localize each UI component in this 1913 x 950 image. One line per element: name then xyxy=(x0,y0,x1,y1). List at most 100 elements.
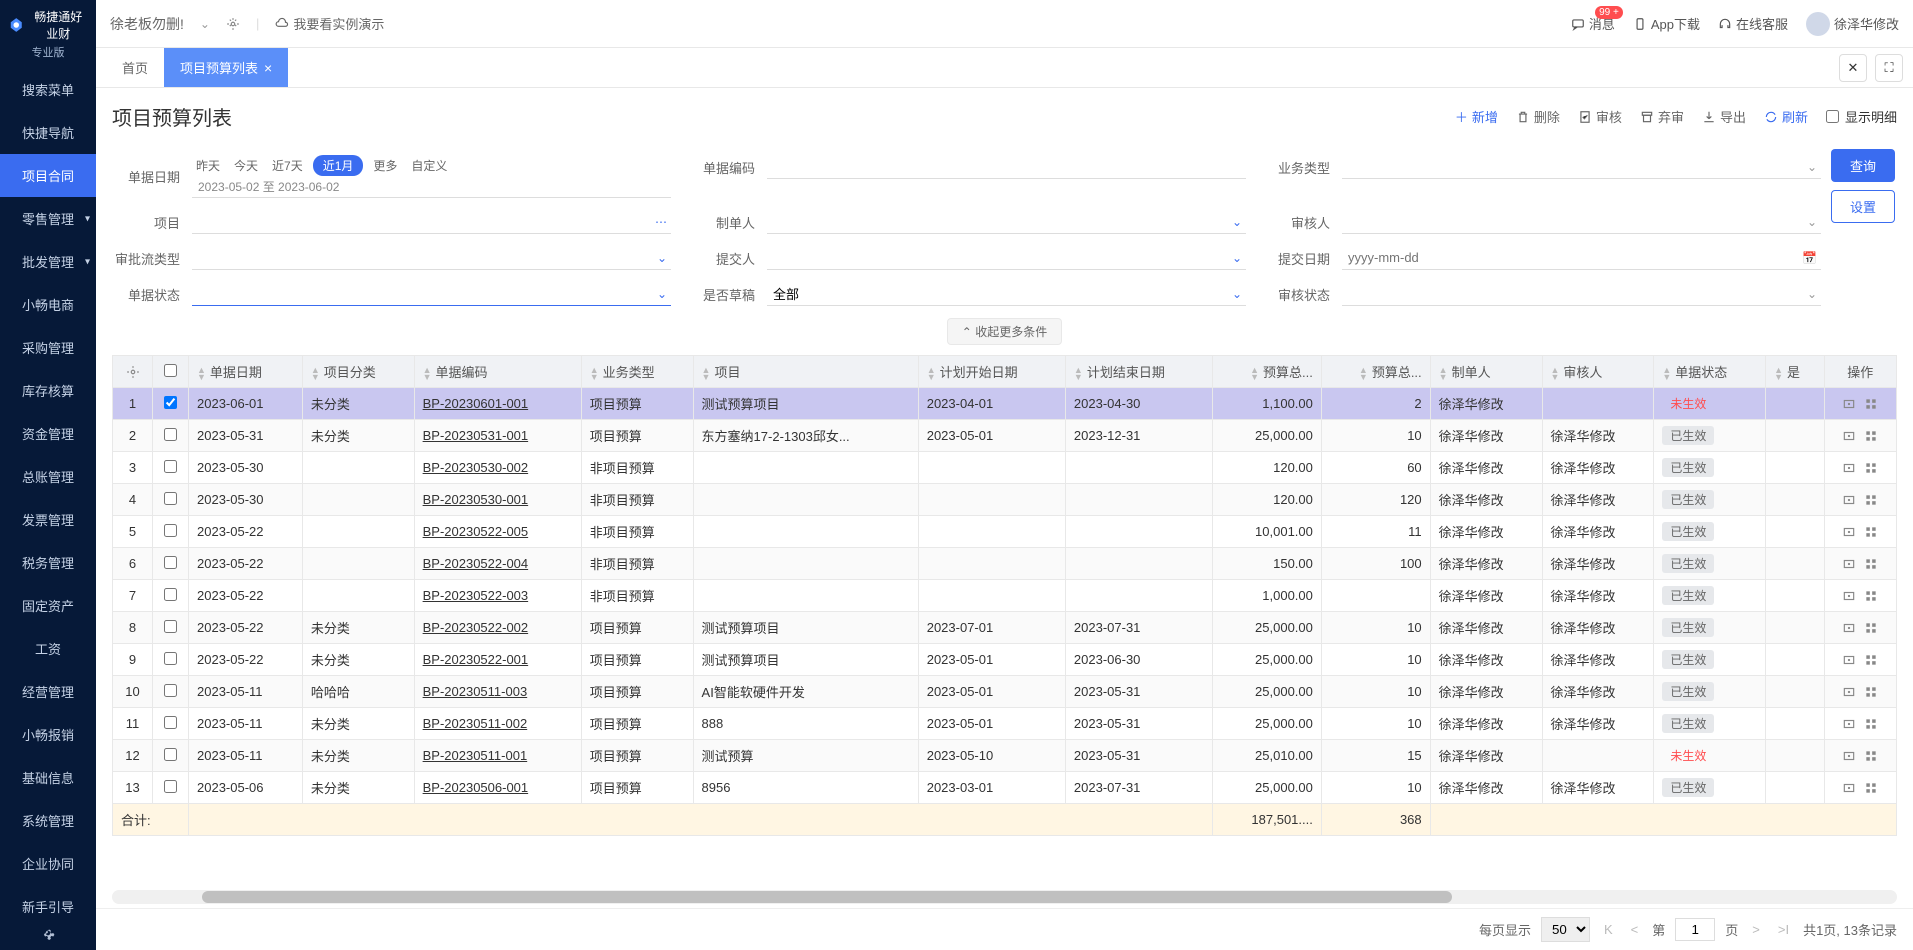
more-icon[interactable] xyxy=(1864,620,1878,636)
cell-doc-no[interactable]: BP-20230530-002 xyxy=(414,452,581,484)
first-page-button[interactable]: K xyxy=(1600,922,1617,937)
cell-doc-no[interactable]: BP-20230522-004 xyxy=(414,548,581,580)
th-doc-status[interactable]: ▲▼单据状态 xyxy=(1654,356,1766,388)
date-range-display[interactable]: 2023-05-02 至 2023-06-02 xyxy=(192,176,671,198)
collapse-filters-button[interactable]: ⌃ 收起更多条件 xyxy=(947,318,1062,345)
view-icon[interactable] xyxy=(1842,620,1856,636)
sidebar-item-18[interactable]: 企业协同 xyxy=(0,842,96,885)
tab-1[interactable]: 项目预算列表× xyxy=(164,48,288,87)
filter-select-doc-status[interactable]: ⌄ xyxy=(192,282,671,306)
date-preset-lastmonth[interactable]: 近1月 xyxy=(313,155,364,176)
cell-doc-no[interactable]: BP-20230506-001 xyxy=(414,772,581,804)
filter-select-flow-type[interactable]: ⌄ xyxy=(192,246,671,270)
tab-close-all-icon[interactable]: ✕ xyxy=(1839,54,1867,82)
cell-checkbox[interactable] xyxy=(153,516,189,548)
sidebar-item-7[interactable]: 库存核算 xyxy=(0,369,96,412)
th-budget2[interactable]: ▲▼预算总... xyxy=(1321,356,1430,388)
sidebar-item-14[interactable]: 经营管理 xyxy=(0,670,96,713)
cell-checkbox[interactable] xyxy=(153,644,189,676)
view-icon[interactable] xyxy=(1842,748,1856,764)
prev-page-button[interactable]: < xyxy=(1627,922,1643,937)
date-preset-yesterday[interactable]: 昨天 xyxy=(192,155,224,176)
cell-checkbox[interactable] xyxy=(153,580,189,612)
table-row[interactable]: 32023-05-30BP-20230530-002非项目预算120.0060徐… xyxy=(113,452,1897,484)
sidebar-item-8[interactable]: 资金管理 xyxy=(0,412,96,455)
th-biz-type[interactable]: ▲▼业务类型 xyxy=(581,356,693,388)
table-row[interactable]: 42023-05-30BP-20230530-001非项目预算120.00120… xyxy=(113,484,1897,516)
view-icon[interactable] xyxy=(1842,716,1856,732)
sidebar-item-12[interactable]: 固定资产 xyxy=(0,584,96,627)
sidebar-item-1[interactable]: 快捷导航 xyxy=(0,111,96,154)
th-project[interactable]: ▲▼项目 xyxy=(693,356,918,388)
table-row[interactable]: 22023-05-31未分类BP-20230531-001项目预算东方塞纳17-… xyxy=(113,420,1897,452)
sidebar-item-19[interactable]: 新手引导 xyxy=(0,885,96,914)
sidebar-item-10[interactable]: 发票管理 xyxy=(0,498,96,541)
more-icon[interactable] xyxy=(1864,556,1878,572)
more-icon[interactable] xyxy=(1864,524,1878,540)
demo-link[interactable]: 我要看实例演示 xyxy=(275,14,384,33)
refresh-button[interactable]: 刷新 xyxy=(1764,107,1808,126)
sidebar-item-9[interactable]: 总账管理 xyxy=(0,455,96,498)
th-creator[interactable]: ▲▼制单人 xyxy=(1430,356,1542,388)
more-icon[interactable] xyxy=(1864,748,1878,764)
page-input[interactable] xyxy=(1675,918,1715,941)
topbar-messages[interactable]: 消息 99 + xyxy=(1571,14,1615,33)
cell-doc-no[interactable]: BP-20230511-003 xyxy=(414,676,581,708)
th-plan-end[interactable]: ▲▼计划结束日期 xyxy=(1065,356,1212,388)
view-icon[interactable] xyxy=(1842,460,1856,476)
th-auditor[interactable]: ▲▼审核人 xyxy=(1542,356,1654,388)
view-icon[interactable] xyxy=(1842,684,1856,700)
sidebar-item-15[interactable]: 小畅报销 xyxy=(0,713,96,756)
query-button[interactable]: 查询 xyxy=(1831,149,1895,182)
table-row[interactable]: 132023-05-06未分类BP-20230506-001项目预算895620… xyxy=(113,772,1897,804)
date-preset-today[interactable]: 今天 xyxy=(230,155,262,176)
more-icon[interactable] xyxy=(1864,716,1878,732)
topbar-user[interactable]: 徐泽华修改 xyxy=(1806,12,1899,36)
more-icon[interactable] xyxy=(1864,780,1878,796)
last-page-button[interactable]: >I xyxy=(1774,922,1793,937)
cell-checkbox[interactable] xyxy=(153,548,189,580)
table-row[interactable]: 62023-05-22BP-20230522-004非项目预算150.00100… xyxy=(113,548,1897,580)
more-icon[interactable] xyxy=(1864,588,1878,604)
cell-checkbox[interactable] xyxy=(153,676,189,708)
date-preset-custom[interactable]: 自定义 xyxy=(407,155,451,176)
abandon-button[interactable]: 弃审 xyxy=(1640,107,1684,126)
filter-select-is-draft[interactable]: ⌄ xyxy=(767,282,1246,306)
cell-doc-no[interactable]: BP-20230511-001 xyxy=(414,740,581,772)
table-row[interactable]: 122023-05-11未分类BP-20230511-001项目预算测试预算20… xyxy=(113,740,1897,772)
more-icon[interactable] xyxy=(1864,684,1878,700)
scrollbar-thumb[interactable] xyxy=(202,891,1452,903)
cell-doc-no[interactable]: BP-20230522-001 xyxy=(414,644,581,676)
filter-select-creator[interactable]: ⌄ xyxy=(767,210,1246,234)
topbar-support[interactable]: 在线客服 xyxy=(1718,14,1788,33)
table-settings-icon[interactable] xyxy=(113,356,153,388)
cell-checkbox[interactable] xyxy=(153,708,189,740)
filter-input-doc-no[interactable] xyxy=(767,155,1246,179)
per-page-select[interactable]: 50 xyxy=(1541,917,1590,942)
view-icon[interactable] xyxy=(1842,652,1856,668)
cell-doc-no[interactable]: BP-20230531-001 xyxy=(414,420,581,452)
filter-settings-button[interactable]: 设置 xyxy=(1831,190,1895,223)
export-button[interactable]: 导出 xyxy=(1702,107,1746,126)
more-icon[interactable] xyxy=(1864,652,1878,668)
horizontal-scrollbar[interactable] xyxy=(112,890,1897,904)
cell-checkbox[interactable] xyxy=(153,452,189,484)
audit-button[interactable]: 审核 xyxy=(1578,107,1622,126)
cell-doc-no[interactable]: BP-20230530-001 xyxy=(414,484,581,516)
cell-doc-no[interactable]: BP-20230511-002 xyxy=(414,708,581,740)
view-icon[interactable] xyxy=(1842,396,1856,412)
filter-input-submit-date[interactable]: 📅 xyxy=(1342,246,1821,270)
filter-select-project[interactable]: ⋯ xyxy=(192,210,671,234)
cell-checkbox[interactable] xyxy=(153,388,189,420)
delete-button[interactable]: 删除 xyxy=(1516,107,1560,126)
cell-checkbox[interactable] xyxy=(153,484,189,516)
th-doc-date[interactable]: ▲▼单据日期 xyxy=(189,356,303,388)
sidebar-item-17[interactable]: 系统管理 xyxy=(0,799,96,842)
table-row[interactable]: 92023-05-22未分类BP-20230522-001项目预算测试预算项目2… xyxy=(113,644,1897,676)
th-budget1[interactable]: ▲▼预算总... xyxy=(1213,356,1322,388)
sidebar-item-3[interactable]: 零售管理▾ xyxy=(0,197,96,240)
view-icon[interactable] xyxy=(1842,524,1856,540)
sidebar-item-6[interactable]: 采购管理 xyxy=(0,326,96,369)
th-category[interactable]: ▲▼项目分类 xyxy=(302,356,414,388)
table-row[interactable]: 112023-05-11未分类BP-20230511-002项目预算888202… xyxy=(113,708,1897,740)
